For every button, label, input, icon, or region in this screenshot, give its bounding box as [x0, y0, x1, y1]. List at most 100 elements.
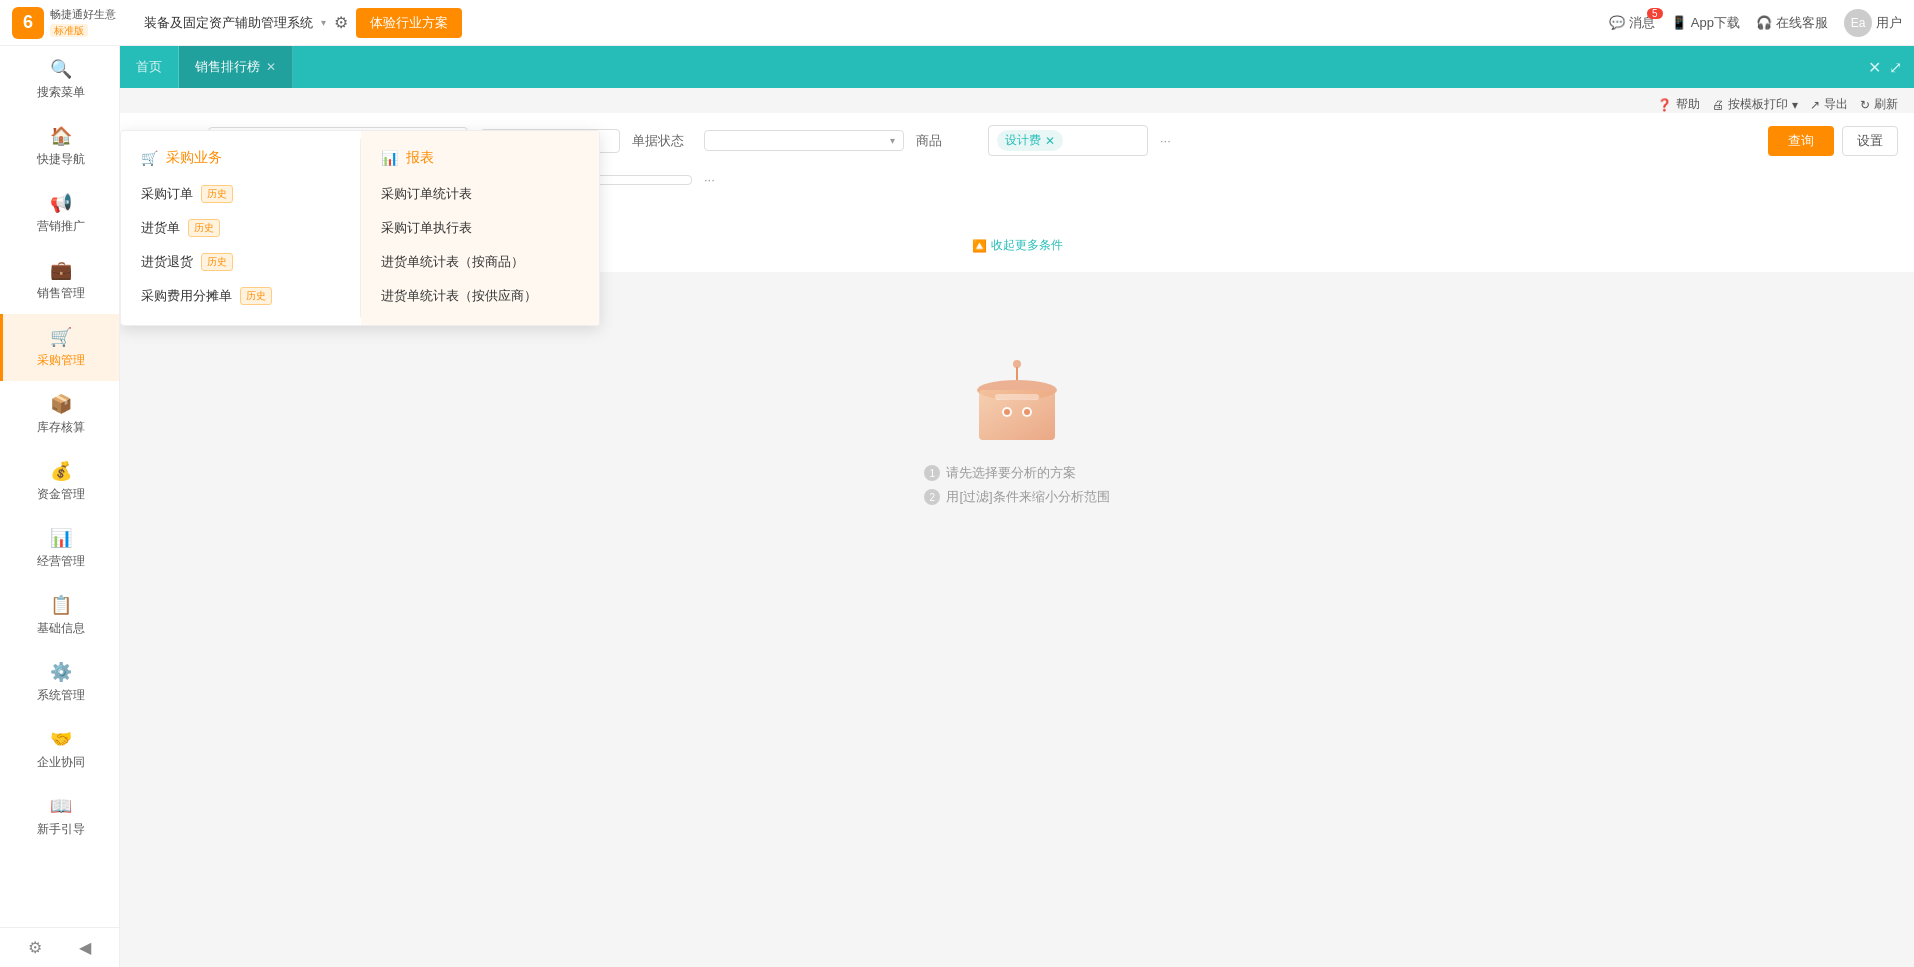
sidebar: 🔍 搜索菜单 🏠 快捷导航 📢 营销推广 💼 销售管理 🛒 采购管理 📦 库存核…: [0, 46, 120, 967]
history-tag: 历史: [240, 287, 272, 305]
report-section-header: 📊 报表: [361, 143, 600, 177]
sidebar-item-label: 新手引导: [37, 821, 85, 838]
report-section-icon: 📊: [381, 150, 398, 166]
tab-home[interactable]: 首页: [120, 46, 179, 88]
sidebar-item-search[interactable]: 🔍 搜索菜单: [0, 46, 119, 113]
purchase-menu: 🛒 采购业务 采购订单 历史 进货单 历史 进货退货: [120, 130, 600, 326]
briefcase-icon: 💼: [50, 259, 72, 281]
logo-icon: 6: [12, 7, 44, 39]
chart-icon: 📊: [50, 527, 72, 549]
avatar: Ea: [1844, 9, 1872, 37]
sidebar-item-label: 营销推广: [37, 218, 85, 235]
purchase-section-icon: 🛒: [141, 150, 158, 166]
print-btn[interactable]: 🖨 按模板打印 ▾: [1712, 96, 1798, 113]
sidebar-item-finance[interactable]: 💰 资金管理: [0, 448, 119, 515]
page-content: ❓ 帮助 🖨 按模板打印 ▾ ↗ 导出 ↻ 刷新: [120, 88, 1914, 967]
nav-dropdown-icon[interactable]: ▾: [321, 17, 326, 28]
sidebar-item-label: 搜索菜单: [37, 84, 85, 101]
menu-item-purchase-order[interactable]: 采购订单 历史: [121, 177, 360, 211]
logo-tag: 标准版: [50, 24, 88, 37]
export-btn[interactable]: ↗ 导出: [1810, 96, 1848, 113]
phone-icon: 📱: [1671, 15, 1687, 30]
nav-settings-icon[interactable]: ⚙: [334, 13, 348, 32]
online-service-btn[interactable]: 🎧 在线客服: [1756, 14, 1828, 32]
sidebar-item-label: 采购管理: [37, 352, 85, 369]
menu-item-purchase-order-stats[interactable]: 采购订单统计表: [361, 177, 600, 211]
sidebar-item-label: 库存核算: [37, 419, 85, 436]
dropdown-overlay: 🛒 采购业务 采购订单 历史 进货单 历史 进货退货: [120, 130, 1914, 967]
sidebar-item-basic-info[interactable]: 📋 基础信息: [0, 582, 119, 649]
help-btn[interactable]: ❓ 帮助: [1657, 96, 1700, 113]
headset-icon: 🎧: [1756, 15, 1772, 30]
sidebar-item-label: 经营管理: [37, 553, 85, 570]
print-dropdown-icon[interactable]: ▾: [1792, 98, 1798, 112]
logo-name: 畅捷通好生意: [50, 7, 116, 21]
tab-close-window-btn[interactable]: ✕: [1868, 58, 1881, 77]
menu-item-purchase-cost[interactable]: 采购费用分摊单 历史: [121, 279, 360, 313]
sidebar-item-guide[interactable]: 📖 新手引导: [0, 783, 119, 850]
book-icon: 📖: [50, 795, 72, 817]
message-icon: 💬: [1609, 15, 1625, 30]
sidebar-item-shortcut[interactable]: 🏠 快捷导航: [0, 113, 119, 180]
sidebar-item-sales[interactable]: 💼 销售管理: [0, 247, 119, 314]
print-icon: 🖨: [1712, 98, 1724, 112]
sidebar-item-inventory[interactable]: 📦 库存核算: [0, 381, 119, 448]
message-badge: 5: [1647, 8, 1663, 19]
sidebar-item-label: 企业协同: [37, 754, 85, 771]
report-section: 📊 报表 采购订单统计表 采购订单执行表 进货单统计表（按商品）: [361, 131, 600, 325]
top-header: 6 畅捷通好生意 标准版 装备及固定资产辅助管理系统 ▾ ⚙ 体验行业方案 💬 …: [0, 0, 1914, 46]
menu-item-inbound-stats-supplier[interactable]: 进货单统计表（按供应商）: [361, 279, 600, 313]
sidebar-bottom: ⚙ ◀: [0, 927, 119, 967]
megaphone-icon: 📢: [50, 192, 72, 214]
menu-item-purchase-order-exec[interactable]: 采购订单执行表: [361, 211, 600, 245]
menu-item-inbound-stats-goods[interactable]: 进货单统计表（按商品）: [361, 245, 600, 279]
header-nav: 装备及固定资产辅助管理系统 ▾ ⚙ 体验行业方案: [132, 8, 1609, 38]
tab-sales-ranking[interactable]: 销售排行榜 ✕: [179, 46, 293, 88]
message-btn[interactable]: 💬 消息 5: [1609, 14, 1655, 32]
toolbar-row: ❓ 帮助 🖨 按模板打印 ▾ ↗ 导出 ↻ 刷新: [120, 88, 1914, 113]
history-tag: 历史: [201, 185, 233, 203]
refresh-btn[interactable]: ↻ 刷新: [1860, 96, 1898, 113]
sidebar-item-label: 销售管理: [37, 285, 85, 302]
tab-home-label: 首页: [136, 58, 162, 76]
main-layout: 🔍 搜索菜单 🏠 快捷导航 📢 营销推广 💼 销售管理 🛒 采购管理 📦 库存核…: [0, 46, 1914, 967]
sidebar-item-system[interactable]: ⚙️ 系统管理: [0, 649, 119, 716]
home-icon: 🏠: [50, 125, 72, 147]
sidebar-item-purchase[interactable]: 🛒 采购管理: [0, 314, 119, 381]
gear-icon: ⚙️: [50, 661, 72, 683]
nav-title: 装备及固定资产辅助管理系统: [144, 14, 313, 32]
collapse-sidebar-btn[interactable]: ◀: [79, 938, 91, 957]
tab-bar-right: ✕ ⤢: [1868, 58, 1914, 77]
history-tag: 历史: [188, 219, 220, 237]
menu-item-inbound[interactable]: 进货单 历史: [121, 211, 360, 245]
menu-item-inbound-return[interactable]: 进货退货 历史: [121, 245, 360, 279]
box-icon: 📦: [50, 393, 72, 415]
cart-icon: 🛒: [50, 326, 72, 348]
logo-area: 6 畅捷通好生意 标准版: [12, 7, 132, 39]
industry-btn[interactable]: 体验行业方案: [356, 8, 462, 38]
tab-sales-ranking-label: 销售排行榜: [195, 58, 260, 76]
clipboard-icon: 📋: [50, 594, 72, 616]
app-download-btn[interactable]: 📱 App下载: [1671, 14, 1740, 32]
user-area[interactable]: Ea 用户: [1844, 9, 1902, 37]
search-icon: 🔍: [50, 58, 72, 80]
sidebar-item-marketing[interactable]: 📢 营销推广: [0, 180, 119, 247]
tab-bar: 首页 销售排行榜 ✕ ✕ ⤢: [120, 46, 1914, 88]
sidebar-item-label: 基础信息: [37, 620, 85, 637]
header-right: 💬 消息 5 📱 App下载 🎧 在线客服 Ea 用户: [1609, 9, 1902, 37]
sidebar-item-enterprise[interactable]: 🤝 企业协同: [0, 716, 119, 783]
tab-maximize-btn[interactable]: ⤢: [1889, 58, 1902, 77]
purchase-business-section: 🛒 采购业务 采购订单 历史 进货单 历史 进货退货: [121, 131, 360, 325]
sidebar-item-label: 快捷导航: [37, 151, 85, 168]
tab-close-icon[interactable]: ✕: [266, 60, 276, 74]
refresh-icon: ↻: [1860, 98, 1870, 112]
handshake-icon: 🤝: [50, 728, 72, 750]
export-icon: ↗: [1810, 98, 1820, 112]
settings-btn[interactable]: ⚙: [28, 938, 42, 957]
history-tag: 历史: [201, 253, 233, 271]
content-area: 首页 销售排行榜 ✕ ✕ ⤢ ❓ 帮助 🖨 按模板打印: [120, 46, 1914, 967]
sidebar-item-operations[interactable]: 📊 经营管理: [0, 515, 119, 582]
sidebar-item-label: 资金管理: [37, 486, 85, 503]
purchase-section-header: 🛒 采购业务: [121, 143, 360, 177]
help-icon: ❓: [1657, 98, 1672, 112]
